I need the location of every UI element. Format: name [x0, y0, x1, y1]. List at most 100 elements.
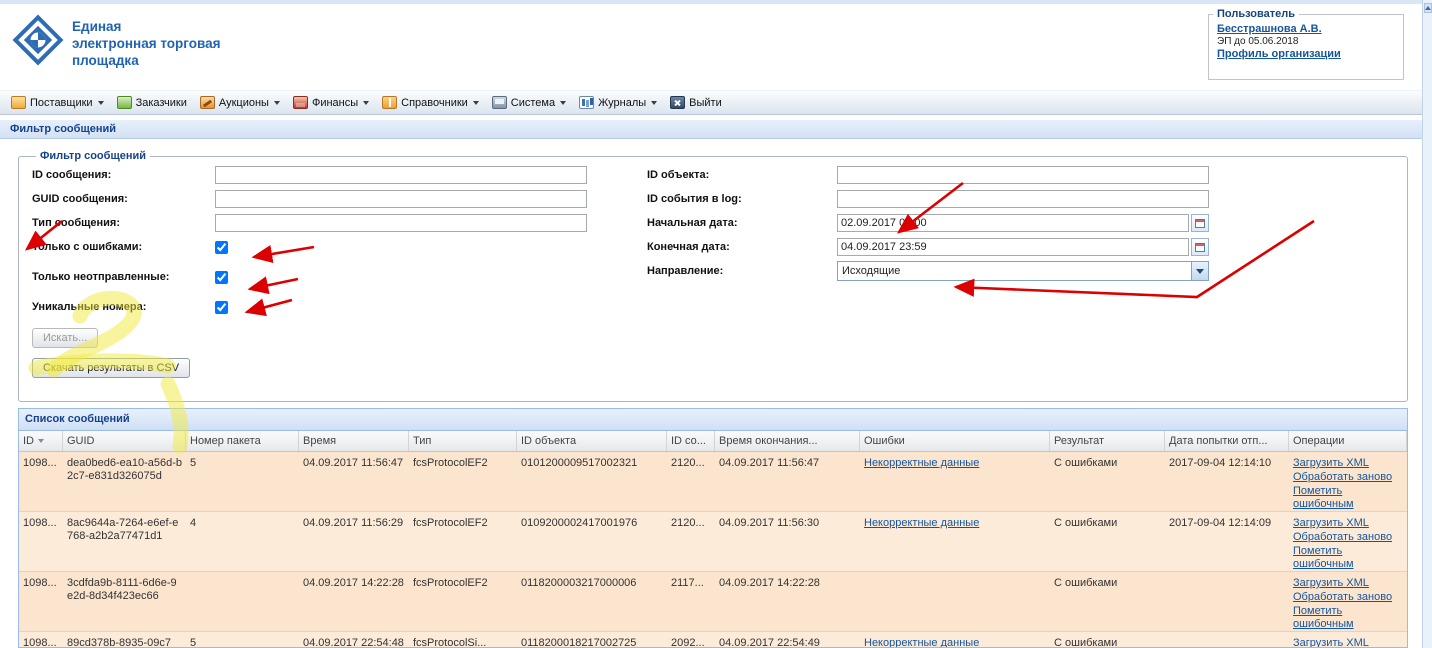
cell-guid: 8ac9644a-7264-e6ef-e768-a2b2a77471d1 [67, 517, 179, 542]
start-date-input-label: Начальная дата: [647, 217, 738, 229]
cell-time: 04.09.2017 14:22:28 [303, 577, 404, 589]
unique-numbers-checkbox[interactable] [215, 300, 228, 314]
only-errors-checkbox[interactable] [215, 240, 228, 254]
log-event-id-input-label: ID события в log: [647, 193, 742, 205]
calendar-icon[interactable] [1191, 214, 1209, 232]
form-row: ID события в log: [647, 190, 1395, 208]
operation-link[interactable]: Пометить ошибочным [1293, 485, 1403, 511]
menu-item-suppliers[interactable]: Поставщики [6, 93, 112, 112]
column-header-type[interactable]: Тип [409, 431, 517, 451]
chevron-down-icon[interactable] [1191, 262, 1208, 280]
cell-id_so: 2117... [671, 577, 704, 589]
operation-link[interactable]: Загрузить XML [1293, 637, 1403, 647]
message-guid-input[interactable] [215, 190, 587, 208]
cell-packet: 5 [190, 457, 197, 469]
menu-item-exit[interactable]: Выйти [665, 93, 730, 112]
scrollbar[interactable] [1422, 0, 1432, 648]
cell-attempt_date: 2017-09-04 12:14:09 [1169, 517, 1272, 529]
column-header-guid[interactable]: GUID [63, 431, 186, 451]
error-details-link[interactable]: Некорректные данные [864, 517, 979, 529]
exit-icon [670, 96, 686, 109]
operation-link[interactable]: Загрузить XML [1293, 457, 1403, 470]
column-header-object_id[interactable]: ID объекта [517, 431, 667, 451]
operation-link[interactable]: Загрузить XML [1293, 517, 1403, 530]
app-window: Единая электронная торговая площадка Пол… [0, 0, 1432, 648]
error-details-link[interactable]: Некорректные данные [864, 637, 979, 647]
filter-columns: ID сообщения: GUID сообщения: Тип сообщени… [32, 166, 1395, 378]
grid-body: 1098... dea0bed6-ea10-a56d-b2c7-e831d3260… [19, 452, 1407, 648]
filter-legend: Фильтр сообщений [40, 150, 147, 162]
column-header-end_time[interactable]: Время окончания... [715, 431, 860, 451]
operation-link[interactable]: Обработать заново [1293, 471, 1403, 484]
object-id-input[interactable] [837, 166, 1209, 184]
filter-right-column: ID объекта: ID события в log: Начальная да… [647, 166, 1395, 378]
message-type-input[interactable] [215, 214, 587, 232]
operation-link[interactable]: Обработать заново [1293, 591, 1403, 604]
user-name-link[interactable]: Бесстрашнова А.В. [1217, 23, 1395, 35]
cell-id: 1098... [23, 637, 57, 648]
cell-time: 04.09.2017 11:56:47 [303, 457, 404, 469]
log-event-id-input[interactable] [837, 190, 1209, 208]
start-date-input[interactable] [837, 214, 1189, 232]
column-header-attempt_date[interactable]: Дата попытки отп... [1165, 431, 1289, 451]
logo-icon [12, 14, 64, 66]
form-row: Конечная дата: [647, 238, 1395, 256]
operation-link[interactable]: Пометить ошибочным [1293, 545, 1403, 571]
calendar-glyph [1195, 218, 1205, 228]
column-header-time[interactable]: Время [299, 431, 409, 451]
table-row[interactable]: 1098... 8ac9644a-7264-e6ef-e768-a2b2a7747… [19, 512, 1407, 572]
chevron-down-icon [651, 100, 658, 105]
operation-link[interactable]: Обработать заново [1293, 531, 1403, 544]
cell-operations: Загрузить XMLОбработать зановоПометить о… [1289, 572, 1407, 631]
menu-item-system[interactable]: Система [487, 93, 574, 112]
error-details-link[interactable]: Некорректные данные [864, 457, 979, 469]
only-unsent-checkbox[interactable] [215, 270, 228, 284]
operation-link[interactable]: Пометить ошибочным [1293, 605, 1403, 631]
menu-item-directories[interactable]: Справочники [377, 93, 487, 112]
message-type-input-label: Тип сообщения: [32, 217, 120, 229]
only-unsent-checkbox-label: Только неотправленные: [32, 271, 170, 283]
form-row: Тип сообщения: [32, 214, 647, 232]
column-header-operations[interactable]: Операции [1289, 431, 1407, 451]
cell-guid: 89cd378b-8935-09c7-...5 [67, 637, 171, 648]
cell-result: С ошибками [1054, 637, 1118, 648]
column-header-id_so[interactable]: ID со... [667, 431, 715, 451]
scroll-up-button[interactable] [1424, 3, 1432, 13]
message-id-input-label: ID сообщения: [32, 169, 112, 181]
search-button[interactable]: Искать... [32, 328, 99, 348]
form-row: Уникальные номера: [32, 298, 647, 316]
operation-link[interactable]: Загрузить XML [1293, 577, 1403, 590]
end-date-input[interactable] [837, 238, 1189, 256]
column-header-packet[interactable]: Номер пакета [186, 431, 299, 451]
cell-operations: Загрузить XMLОбработать зановоПометить о… [1289, 632, 1407, 647]
column-header-id[interactable]: ID [19, 431, 63, 451]
message-id-input[interactable] [215, 166, 587, 184]
form-row: Только неотправленные: [32, 268, 647, 286]
download-csv-button[interactable]: Скачать результаты в CSV [32, 358, 191, 378]
menu-item-label: Журналы [598, 96, 647, 109]
cell-operations: Загрузить XMLОбработать зановоПометить о… [1289, 452, 1407, 511]
chevron-down-icon [472, 100, 479, 105]
menu-item-auctions[interactable]: Аукционы [195, 93, 288, 112]
cell-result: С ошибками [1054, 517, 1118, 529]
calendar-icon[interactable] [1191, 238, 1209, 256]
table-row[interactable]: 1098... 3cdfda9b-8111-6d6e-9e2d-8d34f423e… [19, 572, 1407, 632]
cell-errors: Некорректные данные [860, 452, 1050, 511]
menu-item-customers[interactable]: Заказчики [112, 93, 195, 112]
brand-line-2: электронная торговая [72, 36, 221, 51]
cell-packet: 4 [190, 517, 197, 529]
table-row[interactable]: 1098... 89cd378b-8935-09c7-...5 5 04.09.201… [19, 632, 1407, 648]
cell-end_time: 04.09.2017 11:56:30 [719, 517, 820, 529]
message-guid-input-label: GUID сообщения: [32, 193, 128, 205]
direction-select[interactable]: Исходящие [837, 261, 1209, 281]
menu-item-finance[interactable]: Финансы [288, 93, 377, 112]
finance-icon [292, 96, 308, 109]
menu-item-journals[interactable]: Журналы [574, 93, 665, 112]
org-profile-link[interactable]: Профиль организации [1217, 48, 1395, 60]
cell-type: fcsProtocolEF2 [413, 457, 488, 469]
column-header-result[interactable]: Результат [1050, 431, 1165, 451]
column-header-errors[interactable]: Ошибки [860, 431, 1050, 451]
cell-id: 1098... [23, 517, 57, 529]
eetp-logo [10, 12, 66, 71]
table-row[interactable]: 1098... dea0bed6-ea10-a56d-b2c7-e831d3260… [19, 452, 1407, 512]
